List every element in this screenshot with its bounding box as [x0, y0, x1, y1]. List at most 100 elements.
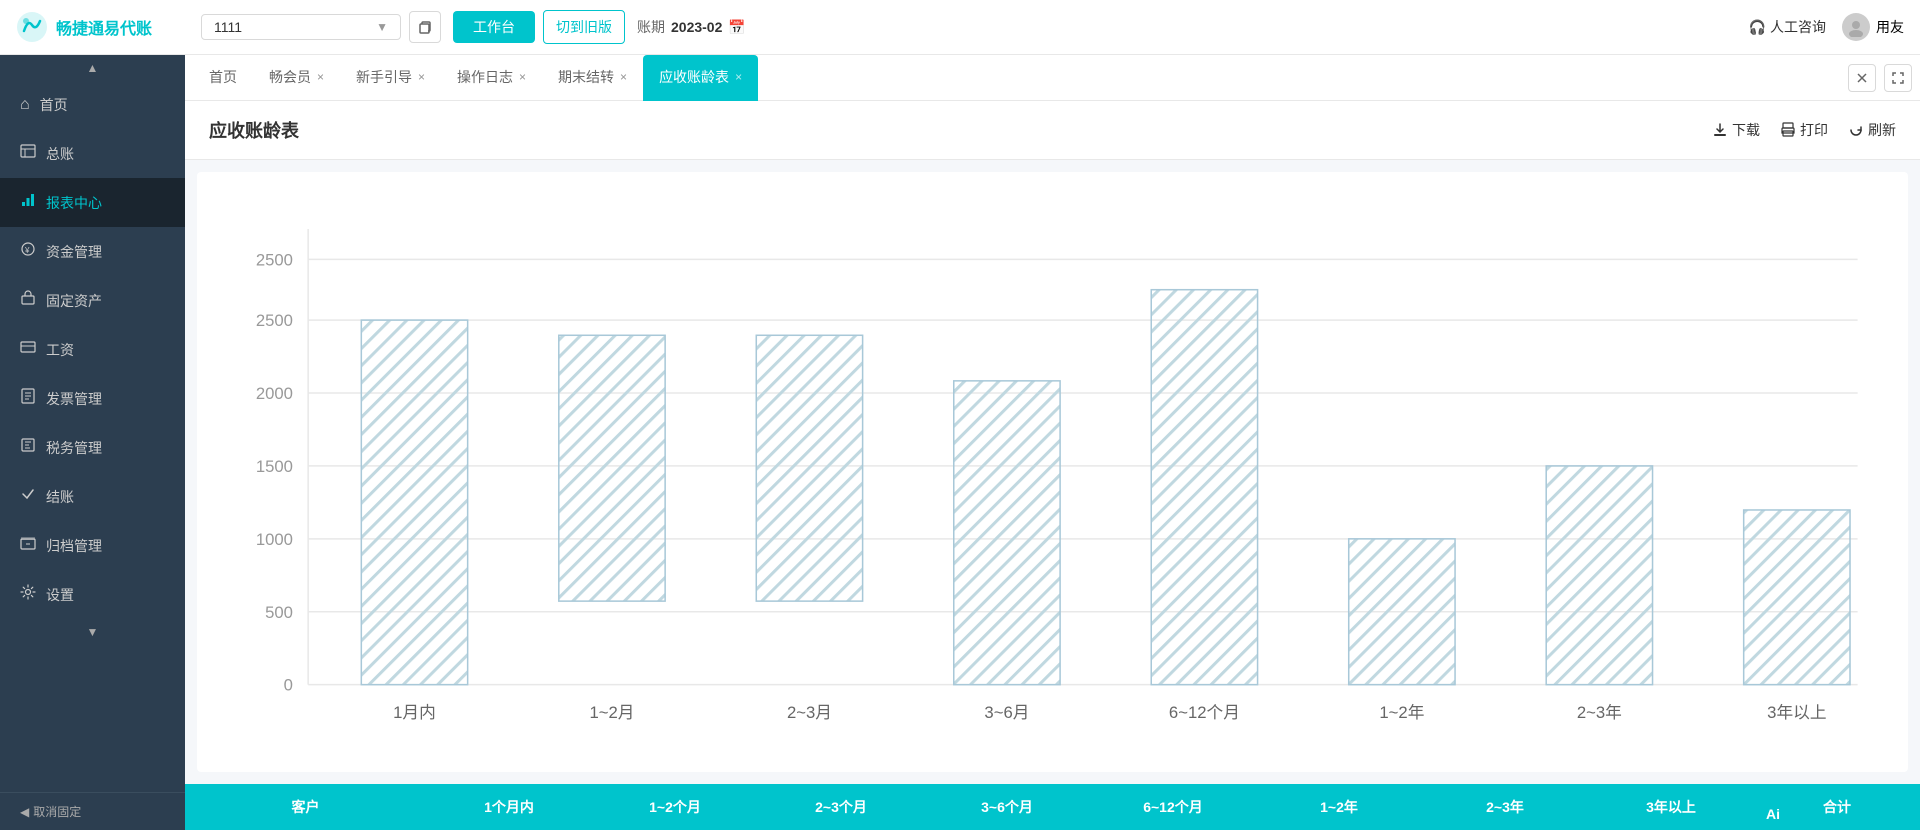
fullscreen-icon	[1891, 71, 1905, 85]
tab-aging-close[interactable]: ×	[735, 70, 742, 84]
tab-member[interactable]: 畅会员 ×	[253, 55, 340, 101]
svg-text:500: 500	[265, 603, 293, 622]
user-area[interactable]: 用友	[1842, 13, 1904, 41]
tabs-actions	[1848, 64, 1912, 92]
fullscreen-button[interactable]	[1884, 64, 1912, 92]
svg-text:2500: 2500	[256, 250, 293, 269]
sidebar-label-tax: 税务管理	[46, 438, 102, 458]
close-all-button[interactable]	[1848, 64, 1876, 92]
refresh-icon	[1848, 122, 1864, 138]
fund-icon: ¥	[20, 241, 36, 262]
sidebar-label-report: 报表中心	[46, 193, 102, 213]
col-2-3month: 2~3个月	[758, 797, 924, 817]
content-area: 首页 畅会员 × 新手引导 × 操作日志 × 期末结转 × 应收账龄表 ×	[185, 55, 1920, 830]
sidebar-item-home[interactable]: ⌂ 首页	[0, 81, 185, 129]
tab-oplog[interactable]: 操作日志 ×	[441, 55, 542, 101]
svg-text:2500: 2500	[256, 311, 293, 330]
tab-yearend[interactable]: 期末结转 ×	[542, 55, 643, 101]
tab-aging[interactable]: 应收账龄表 ×	[643, 55, 758, 101]
svg-text:1~2年: 1~2年	[1379, 703, 1424, 722]
page-content: 应收账龄表 下载	[185, 101, 1920, 830]
tab-guide[interactable]: 新手引导 ×	[340, 55, 441, 101]
svg-text:2~3年: 2~3年	[1577, 703, 1622, 722]
sidebar-scroll-down[interactable]: ▼	[0, 619, 185, 645]
company-selector[interactable]: 1111 ▼	[201, 14, 401, 40]
print-icon	[1780, 122, 1796, 138]
sidebar-label-home: 首页	[40, 95, 68, 115]
calendar-icon[interactable]: 📅	[728, 19, 745, 36]
workbench-button[interactable]: 工作台	[453, 11, 535, 43]
sidebar-label-asset: 固定资产	[46, 291, 102, 311]
refresh-button[interactable]: 刷新	[1848, 120, 1896, 140]
avatar	[1842, 13, 1870, 41]
sidebar-scroll-up[interactable]: ▲	[0, 55, 185, 81]
copy-button[interactable]	[409, 11, 441, 43]
svg-text:1~2月: 1~2月	[589, 703, 634, 722]
col-1month: 1个月内	[426, 797, 592, 817]
sidebar-item-fund[interactable]: ¥ 资金管理	[0, 227, 185, 276]
logo-icon	[16, 11, 48, 43]
svg-text:¥: ¥	[24, 246, 30, 255]
invoice-icon	[20, 388, 36, 409]
sidebar-label-invoice: 发票管理	[46, 389, 102, 409]
ledger-icon	[20, 143, 36, 164]
col-customer: 客户	[185, 797, 426, 817]
sidebar-label-ledger: 总账	[46, 144, 74, 164]
table-header-bar: 客户 1个月内 1~2个月 2~3个月 3~6个月 6~12个月 1~2年 2~…	[185, 784, 1920, 830]
report-title: 应收账龄表	[209, 117, 299, 143]
sidebar: ▲ ⌂ 首页 总账 报表中心 ¥ 资金管理 固定资产	[0, 55, 185, 830]
cancel-fixed-button[interactable]: ◀ 取消固定	[0, 792, 185, 830]
sidebar-label-settings: 设置	[46, 585, 74, 605]
sidebar-item-tax[interactable]: 税务管理	[0, 423, 185, 472]
tab-guide-label: 新手引导	[356, 67, 412, 87]
col-1-2year: 1~2年	[1256, 797, 1422, 817]
home-icon: ⌂	[20, 96, 30, 114]
archive-icon	[20, 535, 36, 556]
refresh-label: 刷新	[1868, 120, 1896, 140]
col-2-3year: 2~3年	[1422, 797, 1588, 817]
tab-oplog-close[interactable]: ×	[519, 70, 526, 84]
pin-icon: ◀	[20, 805, 29, 819]
sidebar-item-ledger[interactable]: 总账	[0, 129, 185, 178]
report-header: 应收账龄表 下载	[185, 101, 1920, 160]
tabs-bar: 首页 畅会员 × 新手引导 × 操作日志 × 期末结转 × 应收账龄表 ×	[185, 55, 1920, 101]
col-3year-plus: 3年以上	[1588, 797, 1754, 817]
print-label: 打印	[1800, 120, 1828, 140]
sidebar-item-report[interactable]: 报表中心	[0, 178, 185, 227]
chart-container: 0 500 1000 1500 2000 2500	[197, 172, 1908, 772]
consult-label: 人工咨询	[1770, 17, 1826, 37]
tab-home[interactable]: 首页	[193, 55, 253, 101]
print-button[interactable]: 打印	[1780, 120, 1828, 140]
svg-text:0: 0	[284, 676, 293, 695]
sidebar-item-asset[interactable]: 固定资产	[0, 276, 185, 325]
company-name: 1111	[214, 19, 370, 35]
tab-home-label: 首页	[209, 67, 237, 87]
tab-guide-close[interactable]: ×	[418, 70, 425, 84]
switch-old-button[interactable]: 切到旧版	[543, 10, 625, 44]
consult-button[interactable]: 🎧 人工咨询	[1749, 17, 1826, 37]
sidebar-item-settings[interactable]: 设置	[0, 570, 185, 619]
svg-text:3~6月: 3~6月	[984, 703, 1029, 722]
download-icon	[1712, 122, 1728, 138]
close-all-icon	[1855, 71, 1869, 85]
tab-member-label: 畅会员	[269, 67, 311, 87]
sidebar-item-invoice[interactable]: 发票管理	[0, 374, 185, 423]
sidebar-item-salary[interactable]: 工资	[0, 325, 185, 374]
col-1-2month: 1~2个月	[592, 797, 758, 817]
sidebar-item-archive[interactable]: 归档管理	[0, 521, 185, 570]
report-actions: 下载 打印	[1712, 120, 1896, 140]
svg-text:2~3月: 2~3月	[787, 703, 832, 722]
download-button[interactable]: 下载	[1712, 120, 1760, 140]
chevron-down-icon: ▼	[376, 20, 388, 34]
salary-icon	[20, 339, 36, 360]
main-layout: ▲ ⌂ 首页 总账 报表中心 ¥ 资金管理 固定资产	[0, 55, 1920, 830]
sidebar-item-checkout[interactable]: 结账	[0, 472, 185, 521]
tax-icon	[20, 437, 36, 458]
tab-member-close[interactable]: ×	[317, 70, 324, 84]
svg-text:2000: 2000	[256, 384, 293, 403]
user-name: 用友	[1876, 17, 1904, 37]
sidebar-label-checkout: 结账	[46, 487, 74, 507]
svg-text:3年以上: 3年以上	[1767, 703, 1826, 722]
tab-yearend-close[interactable]: ×	[620, 70, 627, 84]
ai-bubble[interactable]: Ai	[1746, 798, 1800, 830]
